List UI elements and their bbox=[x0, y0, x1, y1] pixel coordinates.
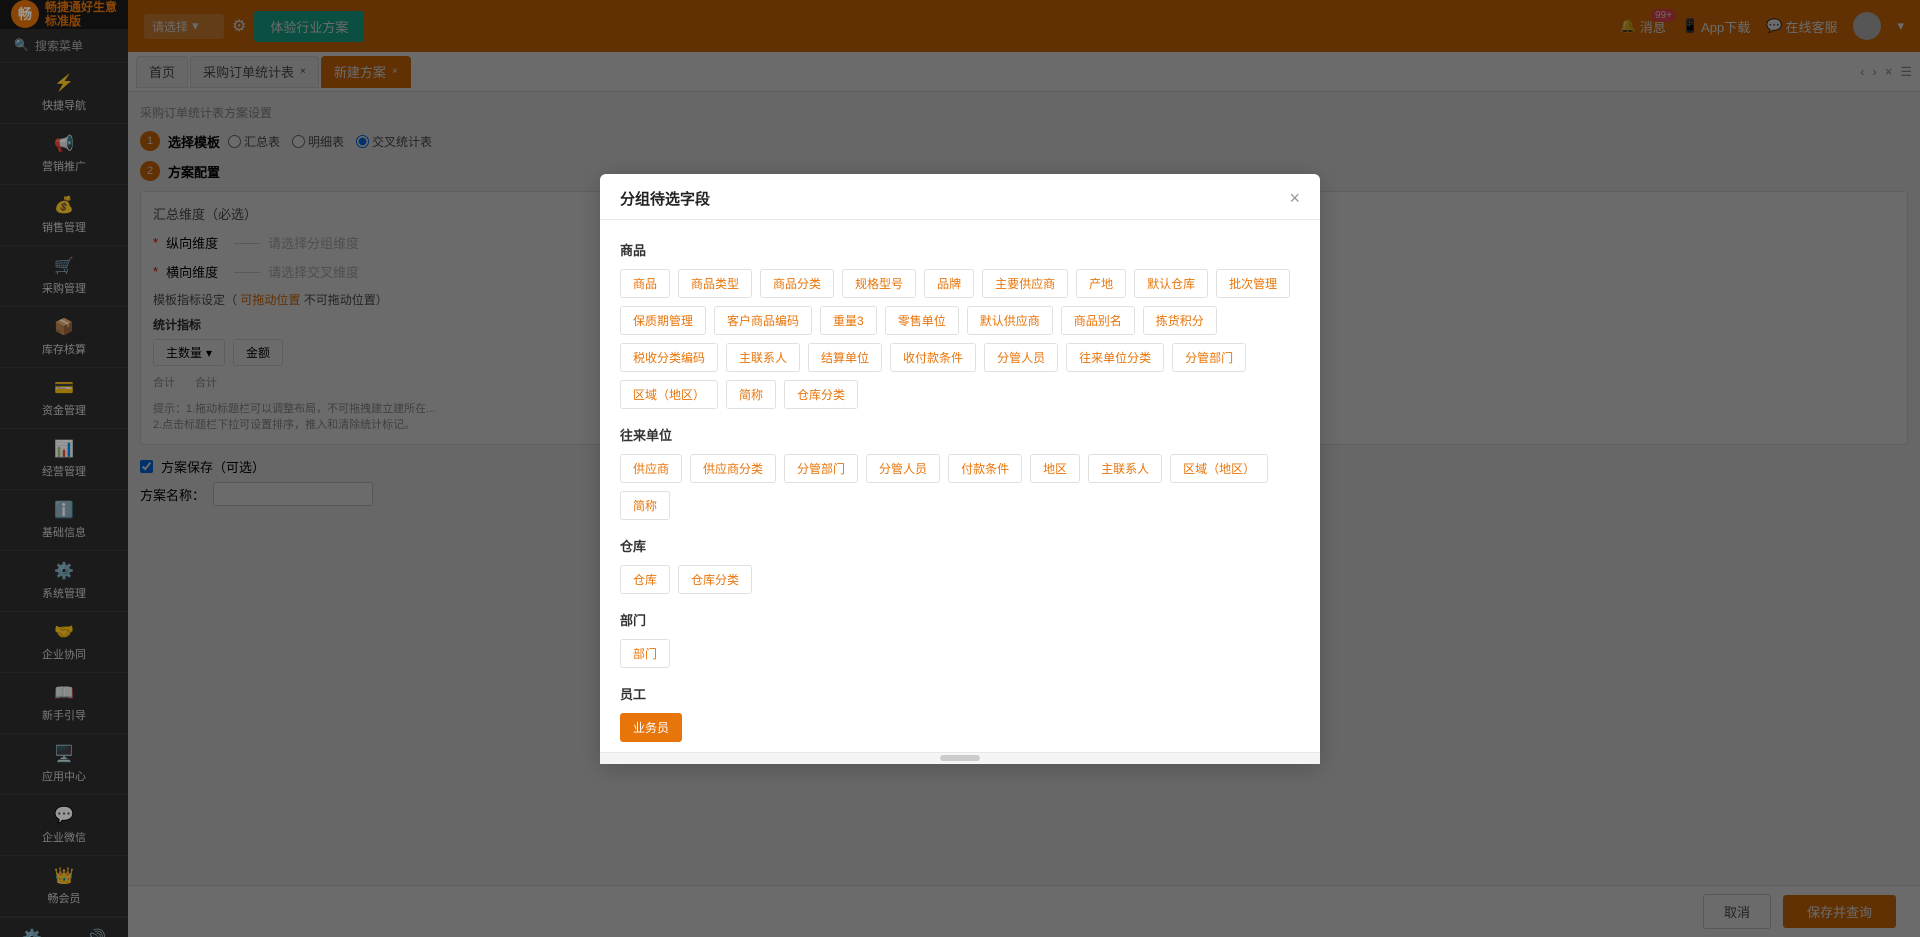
tag-partner-7[interactable]: 区域（地区） bbox=[1170, 454, 1268, 483]
section-dept-title: 部门 bbox=[620, 610, 1300, 629]
tag-product-22[interactable]: 分管部门 bbox=[1172, 343, 1246, 372]
tag-product-14[interactable]: 商品别名 bbox=[1061, 306, 1135, 335]
section-partner: 往来单位 供应商 供应商分类 分管部门 分管人员 付款条件 地区 主联系人 区域… bbox=[620, 425, 1300, 520]
tag-partner-6[interactable]: 主联系人 bbox=[1088, 454, 1162, 483]
tag-product-11[interactable]: 重量3 bbox=[820, 306, 877, 335]
section-product: 商品 商品 商品类型 商品分类 规格型号 品牌 主要供应商 产地 默认仓库 批次… bbox=[620, 240, 1300, 409]
tag-warehouse-0[interactable]: 仓库 bbox=[620, 565, 670, 594]
tag-product-10[interactable]: 客户商品编码 bbox=[714, 306, 812, 335]
section-warehouse-title: 仓库 bbox=[620, 536, 1300, 555]
tag-product-6[interactable]: 产地 bbox=[1076, 269, 1126, 298]
tag-dept-0[interactable]: 部门 bbox=[620, 639, 670, 668]
tag-partner-0[interactable]: 供应商 bbox=[620, 454, 682, 483]
tag-warehouse-1[interactable]: 仓库分类 bbox=[678, 565, 752, 594]
staff-tags: 业务员 bbox=[620, 713, 1300, 742]
tag-product-25[interactable]: 仓库分类 bbox=[784, 380, 858, 409]
tag-product-18[interactable]: 结算单位 bbox=[808, 343, 882, 372]
section-dept: 部门 部门 bbox=[620, 610, 1300, 668]
section-partner-title: 往来单位 bbox=[620, 425, 1300, 444]
section-warehouse: 仓库 仓库 仓库分类 bbox=[620, 536, 1300, 594]
warehouse-tags: 仓库 仓库分类 bbox=[620, 565, 1300, 594]
dept-tags: 部门 bbox=[620, 639, 1300, 668]
tag-product-5[interactable]: 主要供应商 bbox=[982, 269, 1068, 298]
tag-partner-8[interactable]: 简称 bbox=[620, 491, 670, 520]
section-staff-title: 员工 bbox=[620, 684, 1300, 703]
modal-overlay[interactable]: 分组待选字段 × 商品 商品 商品类型 商品分类 规格型号 品牌 主要供应商 产… bbox=[0, 0, 1920, 937]
tag-product-4[interactable]: 品牌 bbox=[924, 269, 974, 298]
tag-product-0[interactable]: 商品 bbox=[620, 269, 670, 298]
tag-partner-2[interactable]: 分管部门 bbox=[784, 454, 858, 483]
tag-product-19[interactable]: 收付款条件 bbox=[890, 343, 976, 372]
tag-product-20[interactable]: 分管人员 bbox=[984, 343, 1058, 372]
section-staff: 员工 业务员 bbox=[620, 684, 1300, 742]
tag-product-23[interactable]: 区域（地区） bbox=[620, 380, 718, 409]
tag-product-13[interactable]: 默认供应商 bbox=[967, 306, 1053, 335]
tag-product-15[interactable]: 拣货积分 bbox=[1143, 306, 1217, 335]
modal-scrollbar-h[interactable] bbox=[600, 752, 1320, 763]
tag-partner-5[interactable]: 地区 bbox=[1030, 454, 1080, 483]
tag-product-17[interactable]: 主联系人 bbox=[726, 343, 800, 372]
modal-close-button[interactable]: × bbox=[1289, 188, 1300, 209]
product-tags: 商品 商品类型 商品分类 规格型号 品牌 主要供应商 产地 默认仓库 批次管理 … bbox=[620, 269, 1300, 409]
tag-product-1[interactable]: 商品类型 bbox=[678, 269, 752, 298]
modal-dialog: 分组待选字段 × 商品 商品 商品类型 商品分类 规格型号 品牌 主要供应商 产… bbox=[600, 174, 1320, 764]
tag-product-7[interactable]: 默认仓库 bbox=[1134, 269, 1208, 298]
tag-product-12[interactable]: 零售单位 bbox=[885, 306, 959, 335]
tag-product-16[interactable]: 税收分类编码 bbox=[620, 343, 718, 372]
tag-partner-1[interactable]: 供应商分类 bbox=[690, 454, 776, 483]
tag-staff-0[interactable]: 业务员 bbox=[620, 713, 682, 742]
partner-tags: 供应商 供应商分类 分管部门 分管人员 付款条件 地区 主联系人 区域（地区） … bbox=[620, 454, 1300, 520]
tag-product-3[interactable]: 规格型号 bbox=[842, 269, 916, 298]
section-product-title: 商品 bbox=[620, 240, 1300, 259]
tag-product-9[interactable]: 保质期管理 bbox=[620, 306, 706, 335]
tag-product-24[interactable]: 简称 bbox=[726, 380, 776, 409]
tag-product-8[interactable]: 批次管理 bbox=[1216, 269, 1290, 298]
tag-partner-3[interactable]: 分管人员 bbox=[866, 454, 940, 483]
tag-product-2[interactable]: 商品分类 bbox=[760, 269, 834, 298]
tag-product-21[interactable]: 往来单位分类 bbox=[1066, 343, 1164, 372]
tag-partner-4[interactable]: 付款条件 bbox=[948, 454, 1022, 483]
modal-header: 分组待选字段 × bbox=[600, 174, 1320, 220]
modal-body: 商品 商品 商品类型 商品分类 规格型号 品牌 主要供应商 产地 默认仓库 批次… bbox=[600, 220, 1320, 753]
modal-title: 分组待选字段 bbox=[620, 188, 710, 209]
